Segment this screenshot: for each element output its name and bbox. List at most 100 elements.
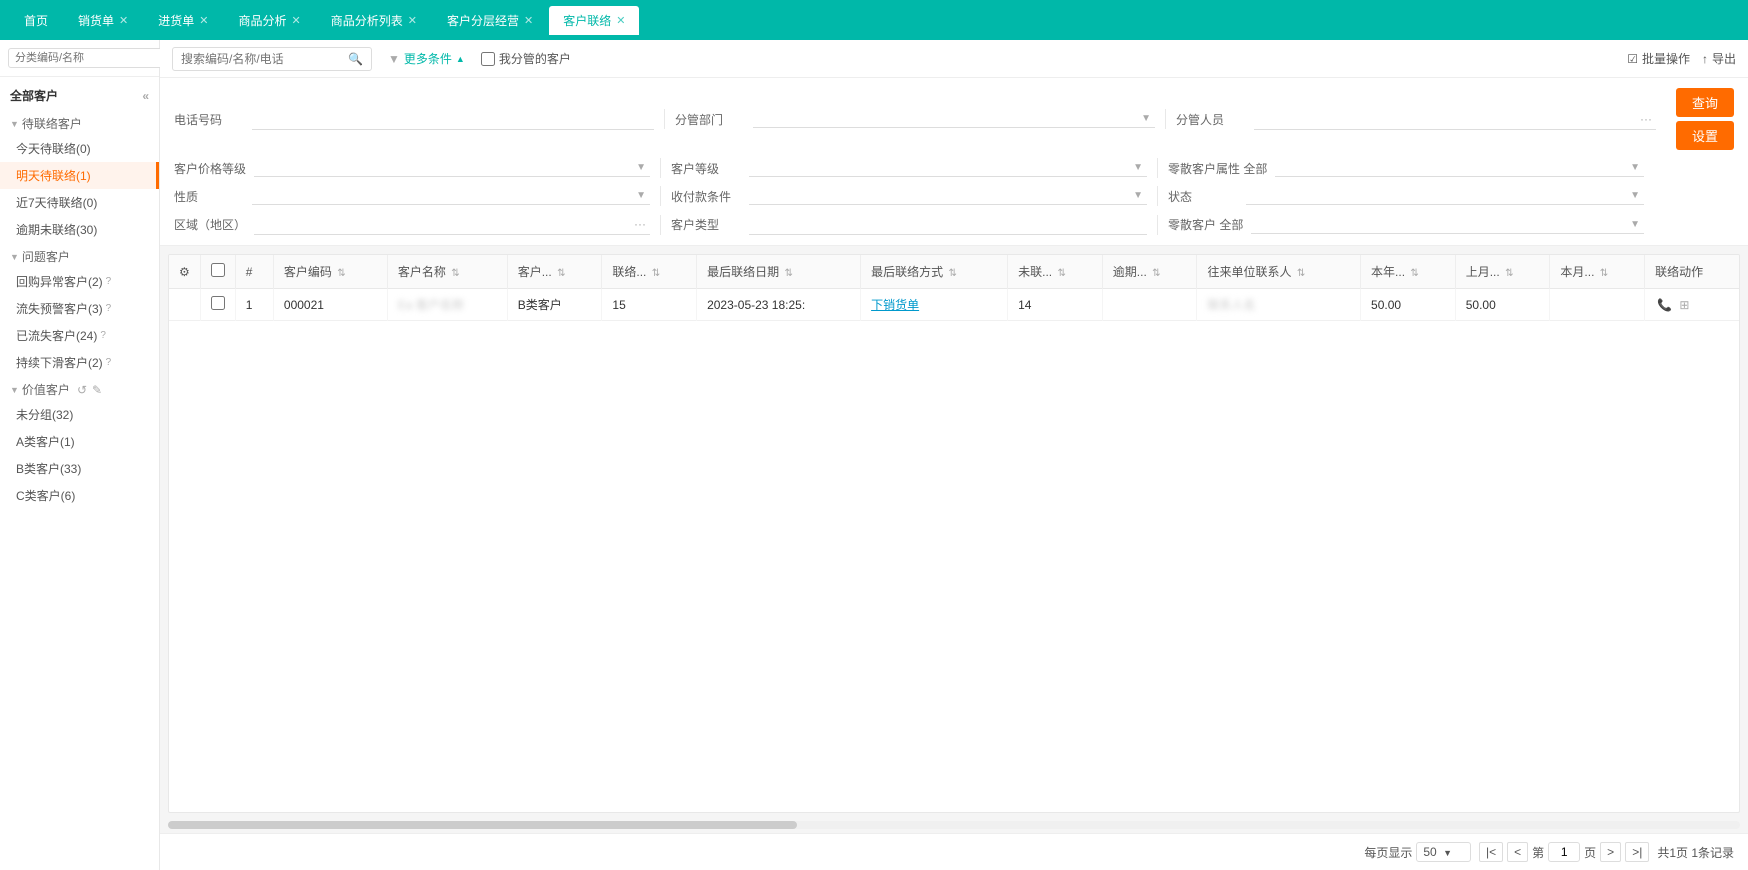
- th-name[interactable]: 客户名称 ⇅: [387, 255, 507, 289]
- th-check[interactable]: [200, 255, 235, 289]
- sidebar-item-a-class[interactable]: A类客户(1): [0, 428, 159, 455]
- sort-code-icon[interactable]: ⇅: [337, 268, 345, 279]
- th-unit-contact[interactable]: 往来单位联系人 ⇅: [1197, 255, 1361, 289]
- my-customers-checkbox[interactable]: [481, 52, 495, 66]
- sort-name-icon[interactable]: ⇅: [451, 268, 459, 279]
- th-last-month[interactable]: 上月... ⇅: [1455, 255, 1550, 289]
- my-customers-label[interactable]: 我分管的客户: [481, 50, 571, 67]
- nav-analysis[interactable]: 商品分析 ✕: [224, 6, 314, 35]
- th-this-year[interactable]: 本年... ⇅: [1361, 255, 1456, 289]
- query-btn[interactable]: 查询: [1676, 88, 1734, 117]
- pager-last-btn[interactable]: >|: [1625, 842, 1649, 862]
- sidebar-item-churn-warn[interactable]: 流失预警客户(3) ?: [0, 295, 159, 322]
- sidebar-item-repurchase-abnormal[interactable]: 回购异常客户(2) ?: [0, 268, 159, 295]
- sort-unlinked-icon[interactable]: ⇅: [1057, 268, 1065, 279]
- filter-region-select[interactable]: ···: [254, 214, 650, 235]
- export-btn[interactable]: ↑ 导出: [1702, 50, 1736, 67]
- filter-phone-input[interactable]: [252, 109, 654, 130]
- th-gear[interactable]: ⚙: [169, 255, 200, 289]
- action-phone-icon[interactable]: 📞: [1657, 298, 1672, 312]
- nav-analysis-close[interactable]: ✕: [292, 14, 301, 27]
- th-type[interactable]: 客户... ⇅: [507, 255, 602, 289]
- hint-icon-0: ?: [106, 276, 112, 287]
- sidebar-item-declining[interactable]: 持续下滑客户(2) ?: [0, 349, 159, 376]
- sort-type-icon[interactable]: ⇅: [557, 268, 565, 279]
- select-all-checkbox[interactable]: [211, 263, 225, 277]
- pager-prev-btn[interactable]: <: [1507, 842, 1528, 862]
- filter-payment-select[interactable]: ▼: [749, 187, 1147, 205]
- th-contacts[interactable]: 联络... ⇅: [602, 255, 697, 289]
- filter-person-select[interactable]: ···: [1254, 109, 1656, 130]
- th-code[interactable]: 客户编码 ⇅: [273, 255, 387, 289]
- nav-customer-contact[interactable]: 客户联络 ✕: [549, 6, 639, 35]
- sort-contacts-icon[interactable]: ⇅: [652, 268, 660, 279]
- export-icon: ↑: [1702, 52, 1708, 66]
- sidebar-item-today[interactable]: 今天待联络(0): [0, 135, 159, 162]
- filter-retail-attr-select[interactable]: ▼: [1275, 159, 1644, 177]
- pager-first-btn[interactable]: |<: [1479, 842, 1503, 862]
- sort-method-icon[interactable]: ⇅: [948, 268, 956, 279]
- nav-purchase[interactable]: 进货单 ✕: [144, 6, 222, 35]
- nav-sales[interactable]: 销货单 ✕: [64, 6, 142, 35]
- nav-customer-tier-close[interactable]: ✕: [524, 14, 533, 27]
- sidebar-search-input[interactable]: [8, 48, 164, 68]
- filter-cust-type-input[interactable]: [749, 214, 1147, 235]
- sort-lmonth-icon[interactable]: ⇅: [1505, 268, 1513, 279]
- action-btns: 查询 设置: [1676, 88, 1734, 150]
- horizontal-scrollbar[interactable]: [168, 821, 1740, 829]
- person-dots: ···: [1640, 112, 1652, 126]
- nav-sales-close[interactable]: ✕: [119, 14, 128, 27]
- page-size-dropdown[interactable]: 50 ▼: [1416, 842, 1471, 862]
- filter-price-level-select[interactable]: ▼: [254, 159, 650, 177]
- th-unlinked[interactable]: 未联... ⇅: [1008, 255, 1103, 289]
- filter-nature-select[interactable]: ▼: [252, 187, 650, 205]
- sidebar-collapse-icon[interactable]: «: [142, 89, 149, 103]
- th-overdue[interactable]: 逾期... ⇅: [1102, 255, 1197, 289]
- sidebar-item-churned[interactable]: 已流失客户(24) ?: [0, 322, 159, 349]
- search-icon[interactable]: 🔍: [348, 52, 363, 66]
- sidebar-item-ungrouped[interactable]: 未分组(32): [0, 401, 159, 428]
- search-input[interactable]: [181, 52, 343, 66]
- value-refresh-icon[interactable]: ↺: [77, 383, 87, 397]
- sidebar-item-c-class[interactable]: C类客户(6): [0, 482, 159, 509]
- sort-unit-icon[interactable]: ⇅: [1297, 268, 1305, 279]
- sidebar-item-7days[interactable]: 近7天待联络(0): [0, 189, 159, 216]
- price-level-arrow: ▼: [636, 162, 646, 173]
- sidebar-item-overdue[interactable]: 逾期未联络(30): [0, 216, 159, 243]
- set-btn[interactable]: 设置: [1676, 121, 1734, 150]
- nav-home[interactable]: 首页: [10, 6, 62, 35]
- nav-customer-contact-close[interactable]: ✕: [616, 14, 625, 27]
- page-number-input[interactable]: [1548, 842, 1580, 862]
- filter-more-btn[interactable]: ▼ 更多条件 ▲: [380, 46, 473, 71]
- th-last-method[interactable]: 最后联络方式 ⇅: [861, 255, 1008, 289]
- pager-next-btn[interactable]: >: [1600, 842, 1621, 862]
- sidebar-all-customers[interactable]: 全部客户 «: [0, 81, 159, 110]
- sort-date-icon[interactable]: ⇅: [784, 268, 792, 279]
- filter-status-select[interactable]: ▼: [1246, 187, 1644, 205]
- nav-purchase-close[interactable]: ✕: [199, 14, 208, 27]
- value-edit-icon[interactable]: ✎: [92, 383, 102, 397]
- sort-overdue-icon[interactable]: ⇅: [1152, 268, 1160, 279]
- action-grid-icon[interactable]: ⊞: [1679, 298, 1689, 312]
- sidebar-item-b-class[interactable]: B类客户(33): [0, 455, 159, 482]
- th-this-month[interactable]: 本月... ⇅: [1550, 255, 1645, 289]
- filter-dept-select[interactable]: ▼: [753, 110, 1155, 128]
- batch-ops-btn[interactable]: ☑ 批量操作: [1627, 50, 1690, 67]
- row-checkbox[interactable]: [211, 296, 225, 310]
- row-last-method[interactable]: 下销货单: [861, 289, 1008, 321]
- divider-1: [664, 109, 665, 129]
- sidebar-item-tomorrow[interactable]: 明天待联络(1): [0, 162, 159, 189]
- th-last-date[interactable]: 最后联络日期 ⇅: [697, 255, 861, 289]
- scroll-thumb[interactable]: [168, 821, 797, 829]
- nav-customer-tier[interactable]: 客户分层经营 ✕: [433, 6, 547, 35]
- row-check[interactable]: [200, 289, 235, 321]
- filter-customer-level-select[interactable]: ▼: [749, 159, 1147, 177]
- divider-7: [660, 215, 661, 235]
- nav-analysis-list-close[interactable]: ✕: [408, 14, 417, 27]
- retail-cust-arrow: ▼: [1630, 219, 1640, 230]
- sort-tmonth-icon[interactable]: ⇅: [1600, 268, 1608, 279]
- sort-year-icon[interactable]: ⇅: [1410, 268, 1418, 279]
- nav-analysis-list[interactable]: 商品分析列表 ✕: [317, 6, 431, 35]
- divider-3: [660, 158, 661, 178]
- filter-retail-cust-select[interactable]: ▼: [1251, 216, 1644, 234]
